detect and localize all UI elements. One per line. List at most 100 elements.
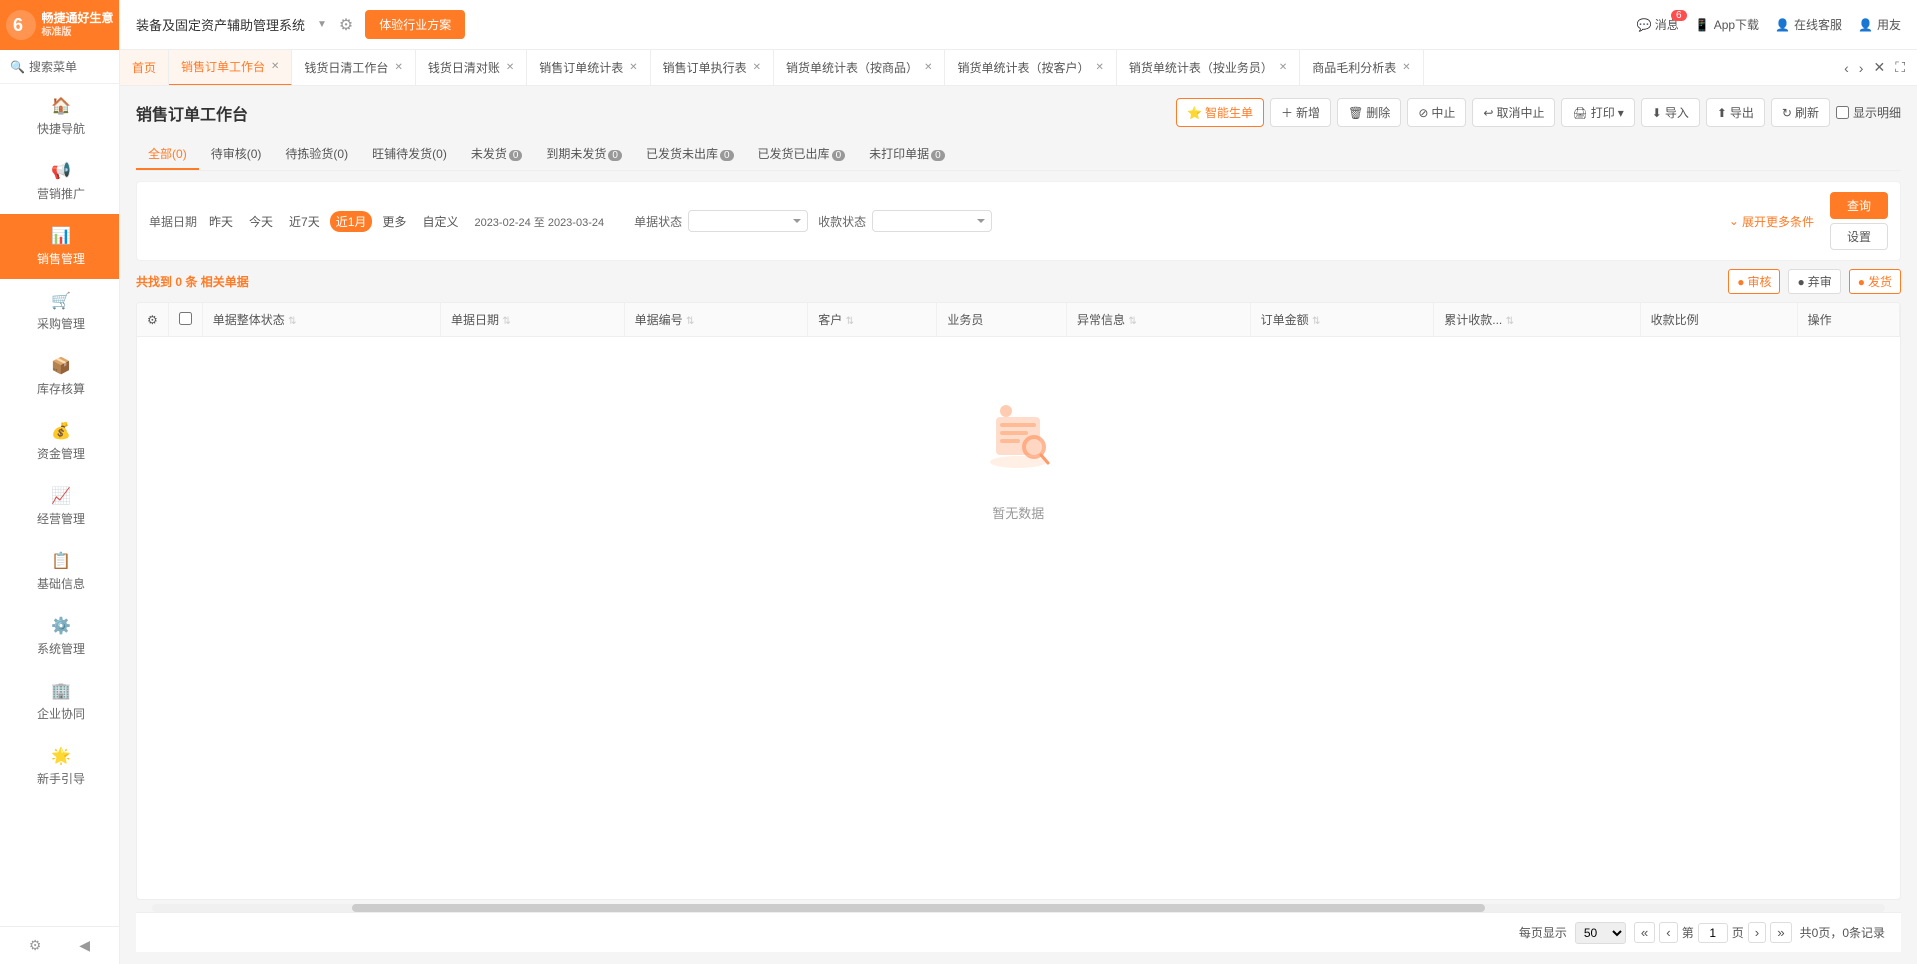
delete-btn[interactable]: 🗑 删除	[1337, 98, 1401, 127]
pause-btn[interactable]: ⊘ 中止	[1407, 98, 1466, 127]
col-settings[interactable]: ⚙	[137, 303, 168, 337]
search-label: 搜索菜单	[29, 58, 77, 75]
sort-abnormal-icon[interactable]: ⇅	[1128, 316, 1136, 327]
sidebar-nav-item-marketing[interactable]: 📢 营销推广	[0, 149, 119, 214]
select-all-checkbox[interactable]	[179, 312, 192, 325]
tab-sales-order-close[interactable]: ✕	[271, 61, 279, 72]
ship-btn[interactable]: ● 发货	[1849, 269, 1901, 294]
page-number-input[interactable]	[1698, 923, 1728, 943]
tab-sales-sum-customer-close[interactable]: ✕	[1095, 62, 1103, 73]
last-page-btn[interactable]: »	[1770, 922, 1791, 943]
settings-bottom-btn[interactable]: ⚙	[29, 937, 42, 954]
sort-date-icon[interactable]: ⇅	[502, 316, 510, 327]
tab-fullscreen-btn[interactable]: ⛶	[1891, 57, 1909, 78]
app-download-btn[interactable]: 📱 App下载	[1695, 16, 1759, 33]
topbar-gear-icon[interactable]: ⚙	[339, 15, 353, 35]
tab-cash-daily[interactable]: 钱货日清工作台 ✕	[292, 50, 415, 86]
tab-gross-profit[interactable]: 商品毛利分析表 ✕	[1300, 50, 1423, 86]
sidebar-nav-item-base-info[interactable]: 📋 基础信息	[0, 539, 119, 604]
tab-close-all-btn[interactable]: ✕	[1869, 57, 1889, 78]
marketing-icon: 📢	[51, 161, 71, 181]
user-btn[interactable]: 👤 用友	[1858, 16, 1901, 33]
sub-tab-overdue[interactable]: 到期未发货0	[534, 139, 634, 170]
sidebar-nav-item-purchase[interactable]: 🛒 采购管理	[0, 279, 119, 344]
sidebar-nav-item-finance[interactable]: 💰 资金管理	[0, 409, 119, 474]
smart-create-btn[interactable]: ⭐ 智能生单	[1176, 98, 1264, 127]
cancel-review-btn[interactable]: ● 弃审	[1788, 269, 1840, 294]
sidebar-nav-item-guide[interactable]: 🌟 新手引导	[0, 734, 119, 799]
sub-tab-pending-review[interactable]: 待审核(0)	[199, 139, 274, 170]
add-btn[interactable]: ＋ 新增	[1270, 98, 1331, 127]
sidebar-nav-item-quick-nav[interactable]: 🏠 快捷导航	[0, 84, 119, 149]
col-checkbox[interactable]	[168, 303, 202, 337]
tab-cash-daily-close[interactable]: ✕	[394, 62, 402, 73]
system-title-dropdown-icon[interactable]: ▼	[317, 19, 327, 30]
show-detail-checkbox[interactable]	[1836, 106, 1849, 119]
online-service-btn[interactable]: 👤 在线客服	[1775, 16, 1842, 33]
tab-sales-sum-customer[interactable]: 销货单统计表（按客户） ✕	[945, 50, 1116, 86]
filter-date-1month[interactable]: 近1月	[330, 211, 373, 232]
message-btn[interactable]: 💬 消息 6	[1636, 16, 1678, 33]
sub-tab-wangpu[interactable]: 旺铺待发货(0)	[360, 139, 459, 170]
tab-cash-reconcile-close[interactable]: ✕	[506, 62, 514, 73]
collapse-btn[interactable]: ◀	[79, 937, 90, 954]
sidebar-nav-item-inventory[interactable]: 📦 库存核算	[0, 344, 119, 409]
sidebar-search[interactable]: 🔍 搜索菜单	[0, 50, 119, 84]
export-btn[interactable]: ⬆ 导出	[1706, 98, 1765, 127]
first-page-btn[interactable]: «	[1634, 922, 1655, 943]
tab-cash-reconcile[interactable]: 钱货日清对账 ✕	[416, 50, 527, 86]
filter-date-7days[interactable]: 近7天	[283, 211, 326, 232]
filter-date-more[interactable]: 更多	[376, 211, 412, 232]
filter-date-today[interactable]: 今天	[243, 211, 279, 232]
not-shipped-badge: 0	[509, 150, 523, 161]
sub-tab-not-printed[interactable]: 未打印单据0	[857, 139, 957, 170]
sidebar-nav-item-operations[interactable]: 📈 经营管理	[0, 474, 119, 539]
refresh-btn[interactable]: ↻ 刷新	[1771, 98, 1830, 127]
tab-gross-profit-close[interactable]: ✕	[1402, 62, 1410, 73]
tab-sales-stat[interactable]: 销售订单统计表 ✕	[527, 50, 650, 86]
tab-sales-sum-product-close[interactable]: ✕	[924, 62, 932, 73]
sub-tab-not-shipped[interactable]: 未发货0	[459, 139, 535, 170]
horizontal-scrollbar[interactable]	[152, 904, 1885, 912]
sidebar-nav-item-enterprise[interactable]: 🏢 企业协同	[0, 669, 119, 734]
filter-date-yesterday[interactable]: 昨天	[203, 211, 239, 232]
set-btn[interactable]: 设置	[1830, 223, 1888, 250]
filter-expand-btn[interactable]: ⌄ 展开更多条件	[1729, 213, 1814, 230]
filter-status-select[interactable]	[688, 210, 808, 232]
tab-sales-exec[interactable]: 销售订单执行表 ✕	[651, 50, 774, 86]
tab-cash-daily-label: 钱货日清工作台	[304, 59, 388, 76]
prev-page-btn[interactable]: ‹	[1659, 922, 1677, 943]
page-size-select[interactable]: 10 20 50 100	[1575, 922, 1626, 944]
import-btn[interactable]: ⬇ 导入	[1641, 98, 1700, 127]
tab-sales-exec-close[interactable]: ✕	[753, 62, 761, 73]
sort-number-icon[interactable]: ⇅	[686, 316, 694, 327]
tab-prev-btn[interactable]: ‹	[1840, 58, 1853, 78]
sub-tab-shipped-out[interactable]: 已发货已出库0	[746, 139, 858, 170]
sort-amount-icon[interactable]: ⇅	[1312, 316, 1320, 327]
sub-tab-shipped-not-out[interactable]: 已发货未出库0	[634, 139, 746, 170]
sub-tab-all[interactable]: 全部(0)	[136, 139, 199, 170]
show-detail-label[interactable]: 显示明细	[1836, 104, 1901, 121]
sidebar-nav-item-sales[interactable]: 📊 销售管理	[0, 214, 119, 279]
tab-sales-order[interactable]: 销售订单工作台 ✕	[169, 50, 292, 86]
query-btn[interactable]: 查询	[1830, 192, 1888, 219]
sidebar-nav-item-system[interactable]: ⚙️ 系统管理	[0, 604, 119, 669]
filter-payment-select[interactable]	[872, 210, 992, 232]
tab-sales-sum-staff[interactable]: 销货单统计表（按业务员） ✕	[1117, 50, 1300, 86]
review-btn[interactable]: ● 审核	[1728, 269, 1780, 294]
tab-sales-sum-staff-close[interactable]: ✕	[1279, 62, 1287, 73]
next-page-btn[interactable]: ›	[1748, 922, 1766, 943]
tab-next-btn[interactable]: ›	[1855, 58, 1868, 78]
sort-received-icon[interactable]: ⇅	[1506, 316, 1514, 327]
print-btn[interactable]: 🖨 打印 ▾	[1561, 98, 1634, 127]
tab-home[interactable]: 首页	[120, 50, 169, 86]
filter-date-custom[interactable]: 自定义	[416, 211, 464, 232]
sort-status-icon[interactable]: ⇅	[288, 316, 296, 327]
scrollbar-thumb[interactable]	[352, 904, 1485, 912]
cancel-pause-btn[interactable]: ↩ 取消中止	[1472, 98, 1555, 127]
tab-sales-sum-product[interactable]: 销货单统计表（按商品） ✕	[774, 50, 945, 86]
industry-btn[interactable]: 体验行业方案	[365, 10, 465, 39]
tab-sales-stat-close[interactable]: ✕	[629, 62, 637, 73]
sort-customer-icon[interactable]: ⇅	[846, 316, 854, 327]
sub-tab-pending-check[interactable]: 待拣验货(0)	[273, 139, 360, 170]
